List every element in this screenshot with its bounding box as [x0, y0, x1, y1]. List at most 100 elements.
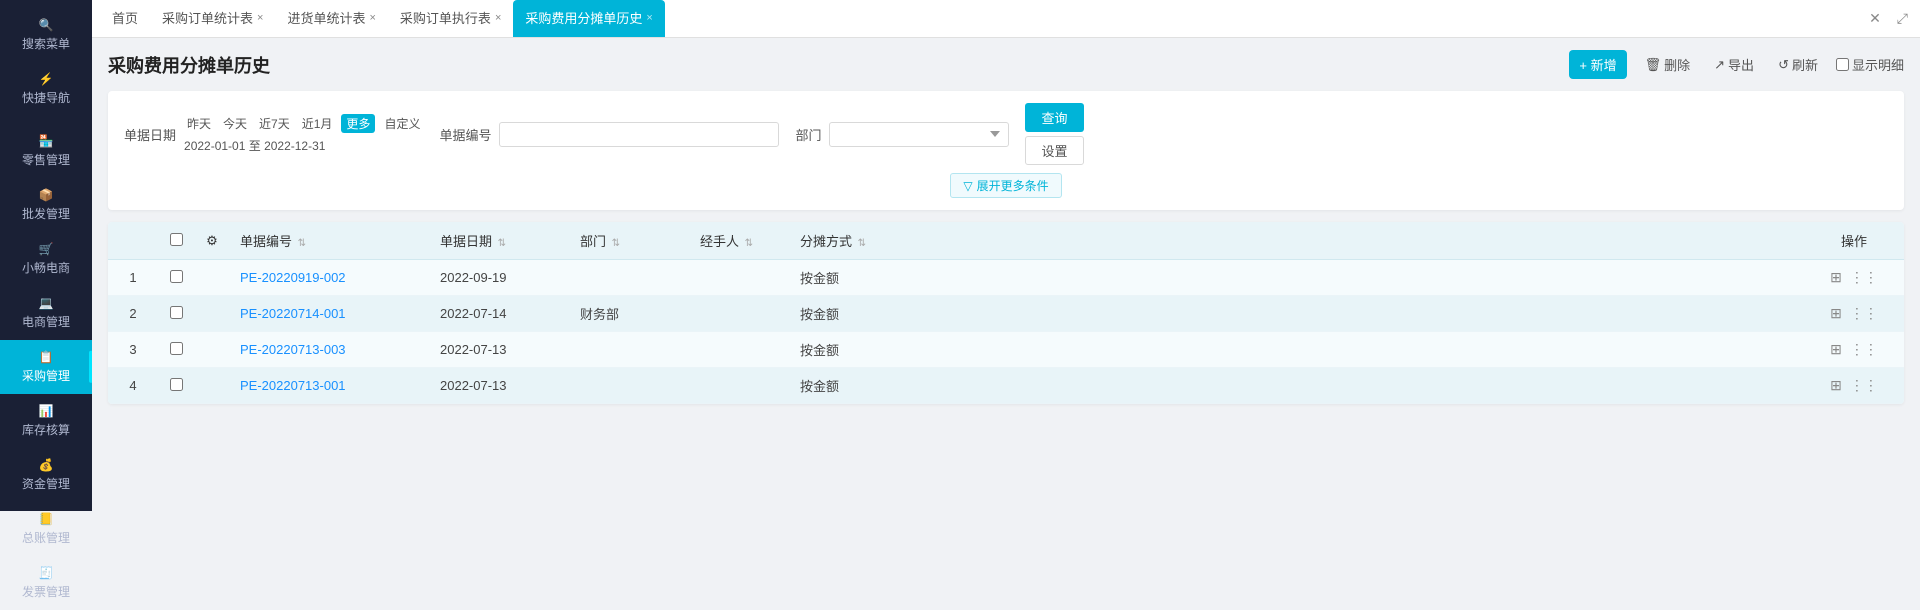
page-content: 采购费用分摊单历史 + 新增 🗑 删除 ↗ 导出 ↺ 刷新 显示明细 — [92, 38, 1920, 511]
more-icon[interactable]: ⋮⋮ — [1850, 269, 1878, 286]
shortcut-today[interactable]: 今天 — [220, 114, 250, 133]
window-close-icon[interactable]: ✕ — [1865, 8, 1885, 29]
sidebar-item-label: 搜索菜单 — [22, 35, 70, 52]
cell-split-method: 按金额 — [790, 368, 1804, 404]
tab-purchase-exec[interactable]: 采购订单执行表 × — [388, 0, 513, 37]
doc-no-link[interactable]: PE-20220713-003 — [240, 342, 346, 357]
shortcut-custom[interactable]: 自定义 — [381, 114, 423, 133]
sidebar-item-retail[interactable]: 🏪 零售管理 — [0, 124, 92, 178]
page-title: 采购费用分摊单历史 — [108, 52, 270, 78]
tab-goods-stats[interactable]: 进货单统计表 × — [275, 0, 387, 37]
col-header-date: 单据日期 ⇅ — [430, 222, 570, 260]
sidebar-item-ecom-small[interactable]: 🛒 小畅电商 — [0, 232, 92, 286]
row-checkbox[interactable] — [170, 342, 183, 355]
cell-check[interactable] — [158, 368, 194, 404]
refresh-button[interactable]: ↺ 刷新 — [1772, 51, 1824, 78]
cell-check[interactable] — [158, 296, 194, 332]
sort-icon[interactable]: ⇅ — [298, 238, 306, 249]
delete-button[interactable]: 🗑 删除 — [1639, 51, 1697, 78]
sort-icon[interactable]: ⇅ — [858, 238, 866, 249]
view-icon[interactable]: ⊞ — [1830, 341, 1842, 358]
export-button[interactable]: ↗ 导出 — [1708, 51, 1760, 78]
view-icon[interactable]: ⊞ — [1830, 377, 1842, 394]
sidebar-item-invoice[interactable]: 🧾 发票管理 — [0, 556, 92, 610]
sidebar-item-wholesale[interactable]: 📦 批发管理 — [0, 178, 92, 232]
col-doc-no-label: 单据编号 — [240, 234, 292, 249]
show-col-button[interactable]: 显示明细 — [1836, 55, 1904, 74]
shortcut-more[interactable]: 更多 — [341, 114, 375, 133]
sort-icon[interactable]: ⇅ — [612, 238, 620, 249]
doc-no-link[interactable]: PE-20220714-001 — [240, 306, 346, 321]
more-icon[interactable]: ⋮⋮ — [1850, 377, 1878, 394]
cell-split-method: 按金额 — [790, 332, 1804, 368]
sidebar-item-purchase[interactable]: 📋 采购管理 — [0, 340, 92, 394]
more-icon[interactable]: ⋮⋮ — [1850, 305, 1878, 322]
col-header-dept: 部门 ⇅ — [570, 222, 690, 260]
date-shortcuts: 昨天 今天 近7天 近1月 更多 自定义 — [184, 114, 423, 133]
tab-purchase-stats[interactable]: 采购订单统计表 × — [150, 0, 275, 37]
show-col-label: 显示明细 — [1852, 55, 1904, 74]
view-icon[interactable]: ⊞ — [1830, 305, 1842, 322]
col-header-seq — [108, 222, 158, 260]
sort-icon[interactable]: ⇅ — [498, 238, 506, 249]
refresh-label: 刷新 — [1792, 55, 1818, 74]
cell-settings — [194, 368, 230, 404]
sidebar-item-inventory[interactable]: 📊 库存核算 — [0, 394, 92, 448]
quicknav-icon: ⚡ — [39, 72, 54, 86]
tab-label: 进货单统计表 — [287, 8, 365, 27]
sidebar-item-ledger[interactable]: 📒 总账管理 — [0, 502, 92, 556]
sidebar-item-quicknav[interactable]: ⚡ 快捷导航 — [0, 62, 92, 116]
shortcut-1month[interactable]: 近1月 — [299, 114, 336, 133]
cell-settings — [194, 332, 230, 368]
sidebar-item-finance[interactable]: 💰 资金管理 — [0, 448, 92, 502]
tab-home[interactable]: 首页 — [100, 0, 150, 37]
settings-button[interactable]: 设置 — [1025, 136, 1083, 165]
retail-icon: 🏪 — [39, 134, 54, 148]
tab-close-icon[interactable]: × — [257, 12, 263, 24]
doc-no-input[interactable] — [499, 122, 779, 147]
query-button[interactable]: 查询 — [1025, 103, 1083, 132]
sort-icon[interactable]: ⇅ — [745, 238, 753, 249]
more-icon[interactable]: ⋮⋮ — [1850, 341, 1878, 358]
cell-handler — [690, 260, 790, 296]
row-checkbox[interactable] — [170, 270, 183, 283]
doc-no-link[interactable]: PE-20220919-002 — [240, 270, 346, 285]
table-container: ⚙ 单据编号 ⇅ 单据日期 ⇅ 部门 ⇅ — [108, 222, 1904, 404]
window-maximize-icon[interactable]: ⤢ — [1893, 8, 1912, 29]
doc-no-link[interactable]: PE-20220713-001 — [240, 378, 346, 393]
table-row: 2 PE-20220714-001 2022-07-14 财务部 按金额 ⊞ ⋮… — [108, 296, 1904, 332]
tab-close-icon[interactable]: × — [369, 12, 375, 24]
col-split-label: 分摊方式 — [800, 234, 852, 249]
show-col-checkbox[interactable] — [1836, 58, 1849, 71]
col-header-settings[interactable]: ⚙ — [194, 222, 230, 260]
add-button[interactable]: + 新增 — [1569, 50, 1626, 79]
sidebar-item-label: 总账管理 — [22, 529, 70, 546]
table-row: 1 PE-20220919-002 2022-09-19 按金额 ⊞ ⋮⋮ — [108, 260, 1904, 296]
shortcut-yesterday[interactable]: 昨天 — [184, 114, 214, 133]
cell-action: ⊞ ⋮⋮ — [1804, 296, 1904, 332]
action-icons: ⊞ ⋮⋮ — [1814, 269, 1894, 286]
dept-select[interactable]: 财务部 — [829, 122, 1009, 147]
expand-more-button[interactable]: ▽ 展开更多条件 — [950, 173, 1061, 198]
cell-split-method: 按金额 — [790, 296, 1804, 332]
table-row: 3 PE-20220713-003 2022-07-13 按金额 ⊞ ⋮⋮ — [108, 332, 1904, 368]
cell-doc-no: PE-20220713-003 — [230, 332, 430, 368]
cell-check[interactable] — [158, 260, 194, 296]
shortcut-7days[interactable]: 近7天 — [256, 114, 293, 133]
sidebar-item-ecom[interactable]: 💻 电商管理 — [0, 286, 92, 340]
select-all-checkbox[interactable] — [170, 233, 183, 246]
sidebar-item-search[interactable]: 🔍 搜索菜单 — [0, 8, 92, 62]
row-checkbox[interactable] — [170, 378, 183, 391]
cell-doc-no: PE-20220714-001 — [230, 296, 430, 332]
tab-purchase-cost-history[interactable]: 采购费用分摊单历史 × — [513, 0, 664, 37]
row-checkbox[interactable] — [170, 306, 183, 319]
sidebar-item-label: 电商管理 — [22, 313, 70, 330]
export-icon: ↗ — [1714, 57, 1725, 73]
cell-settings — [194, 296, 230, 332]
view-icon[interactable]: ⊞ — [1830, 269, 1842, 286]
cell-check[interactable] — [158, 332, 194, 368]
action-icons: ⊞ ⋮⋮ — [1814, 377, 1894, 394]
tab-close-icon[interactable]: × — [646, 12, 652, 24]
cell-handler — [690, 368, 790, 404]
tab-close-icon[interactable]: × — [495, 12, 501, 24]
